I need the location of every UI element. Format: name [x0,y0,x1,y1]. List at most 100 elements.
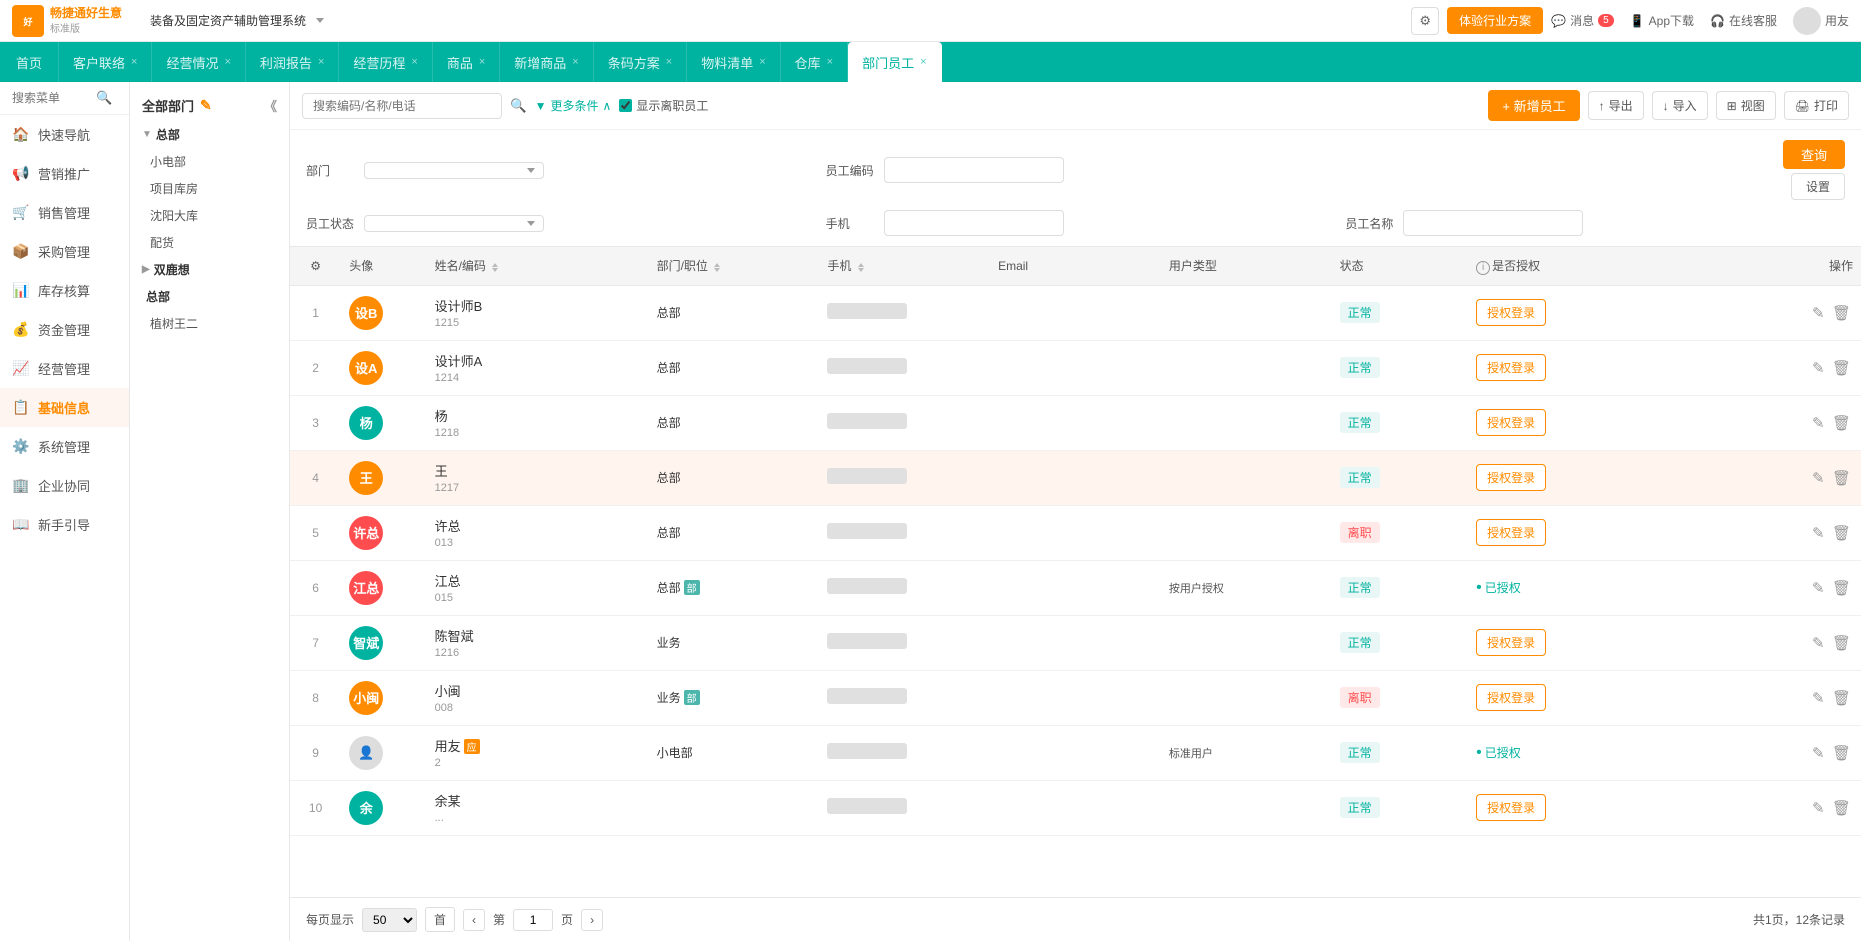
message-button[interactable]: 💬 消息 5 [1551,12,1614,29]
nav-tab-经营情况[interactable]: 经营情况 × [152,42,245,82]
col-settings[interactable]: ⚙ [290,247,341,285]
sidebar-item-system[interactable]: ⚙️系统管理 [0,427,129,466]
tree-item-shenyang[interactable]: 沈阳大库 [130,202,289,229]
print-button[interactable]: 🖨 打印 [1784,91,1849,120]
tab-close-icon[interactable]: × [666,56,672,68]
delete-button[interactable]: 🗑 [1830,412,1853,434]
nav-tab-仓库[interactable]: 仓库 × [781,42,848,82]
nav-tab-利润报告[interactable]: 利润报告 × [246,42,339,82]
empstatus-filter-select[interactable] [364,215,544,232]
sidebar-item-finance[interactable]: 💰资金管理 [0,310,129,349]
dept-collapse-icon[interactable]: 《 [264,96,277,115]
tab-close-icon[interactable]: × [224,56,230,68]
delete-button[interactable]: 🗑 [1830,522,1853,544]
nav-tab-新增商品[interactable]: 新增商品 × [500,42,593,82]
setting-button[interactable]: 设置 [1791,173,1845,200]
edit-button[interactable]: ✎ [1810,577,1827,599]
export-button[interactable]: ↑ 导出 [1588,91,1644,120]
edit-button[interactable]: ✎ [1810,357,1827,379]
show-left-toggle[interactable]: 显示离职员工 [619,97,708,114]
nav-tab-经营历程[interactable]: 经营历程 × [339,42,432,82]
col-name[interactable]: 姓名/编码 [427,247,649,285]
auth-login-button[interactable]: 授权登录 [1476,299,1546,326]
edit-button[interactable]: ✎ [1810,742,1827,764]
col-dept[interactable]: 部门/职位 [649,247,820,285]
col-phone[interactable]: 手机 [819,247,990,285]
nav-tab-部门员工[interactable]: 部门员工 × [848,42,941,82]
sidebar-item-operations[interactable]: 📈经营管理 [0,349,129,388]
page-size-select[interactable]: 50 20 100 [362,908,417,932]
tree-item-peihuo[interactable]: 配货 [130,229,289,256]
tree-group-zongbu2[interactable]: 总部 [130,283,289,310]
sidebar-item-inventory[interactable]: 📊库存核算 [0,271,129,310]
import-button[interactable]: ↓ 导入 [1652,91,1708,120]
auth-login-button[interactable]: 授权登录 [1476,519,1546,546]
empcode-filter-input[interactable] [884,157,1064,183]
dept-tree-header[interactable]: 全部部门 ✎ 《 [130,90,289,121]
delete-button[interactable]: 🗑 [1830,302,1853,324]
next-page-button[interactable]: › [581,909,603,931]
sidebar-item-marketing[interactable]: 📢营销推广 [0,154,129,193]
delete-button[interactable]: 🗑 [1830,632,1853,654]
nav-tab-商品[interactable]: 商品 × [433,42,500,82]
edit-button[interactable]: ✎ [1810,797,1827,819]
first-page-button[interactable]: 首 [425,907,455,932]
phone-filter-input[interactable] [884,210,1064,236]
edit-button[interactable]: ✎ [1810,522,1827,544]
sidebar-item-enterprise[interactable]: 🏢企业协同 [0,466,129,505]
delete-button[interactable]: 🗑 [1830,357,1853,379]
search-input[interactable] [302,93,502,119]
add-employee-button[interactable]: + 新增员工 [1488,90,1579,121]
dept-edit-icon[interactable]: ✎ [200,97,212,114]
edit-button[interactable]: ✎ [1810,687,1827,709]
system-title-chevron[interactable] [316,18,324,23]
auth-info-icon[interactable]: i [1476,261,1490,275]
tab-close-icon[interactable]: × [920,56,926,68]
auth-login-button[interactable]: 授权登录 [1476,354,1546,381]
tab-close-icon[interactable]: × [827,56,833,68]
sidebar-item-quicknav[interactable]: 🏠快速导航 [0,115,129,154]
edit-button[interactable]: ✎ [1810,632,1827,654]
nav-tab-首页[interactable]: 首页 [0,42,59,82]
page-input[interactable] [513,909,553,931]
search-button[interactable]: 🔍 [510,98,527,114]
delete-button[interactable]: 🗑 [1830,577,1853,599]
tree-item-xiaodianbu[interactable]: 小电部 [130,148,289,175]
delete-button[interactable]: 🗑 [1830,742,1853,764]
filter-button[interactable]: ▼ 更多条件 ∧ [535,97,612,114]
app-download-button[interactable]: 📱 App下载 [1630,12,1694,29]
tree-item-xiangmuku[interactable]: 项目库房 [130,175,289,202]
show-left-checkbox[interactable] [619,99,632,112]
tab-close-icon[interactable]: × [759,56,765,68]
tree-group-zongbu[interactable]: ▼ 总部 [130,121,289,148]
edit-button[interactable]: ✎ [1810,467,1827,489]
sidebar-search-input[interactable] [12,91,92,105]
edit-button[interactable]: ✎ [1810,412,1827,434]
auth-login-button[interactable]: 授权登录 [1476,464,1546,491]
auth-login-button[interactable]: 授权登录 [1476,629,1546,656]
trial-button[interactable]: 体验行业方案 [1447,7,1543,34]
delete-button[interactable]: 🗑 [1830,687,1853,709]
dept-filter-select[interactable] [364,162,544,179]
tab-close-icon[interactable]: × [479,56,485,68]
nav-tab-客户联络[interactable]: 客户联络 × [59,42,152,82]
tab-close-icon[interactable]: × [131,56,137,68]
delete-button[interactable]: 🗑 [1830,467,1853,489]
sidebar-item-sales[interactable]: 🛒销售管理 [0,193,129,232]
sidebar-search[interactable]: 🔍 [0,82,129,115]
tab-close-icon[interactable]: × [318,56,324,68]
nav-tab-条码方案[interactable]: 条码方案 × [594,42,687,82]
delete-button[interactable]: 🗑 [1830,797,1853,819]
auth-login-button[interactable]: 授权登录 [1476,684,1546,711]
edit-button[interactable]: ✎ [1810,302,1827,324]
prev-page-button[interactable]: ‹ [463,909,485,931]
tree-item-zhishu[interactable]: 植树王二 [130,310,289,337]
query-button[interactable]: 查询 [1783,140,1845,169]
auth-login-button[interactable]: 授权登录 [1476,409,1546,436]
online-service-button[interactable]: 🎧 在线客服 [1710,12,1777,29]
tab-close-icon[interactable]: × [411,56,417,68]
empname-filter-input[interactable] [1403,210,1583,236]
gear-button[interactable]: ⚙ [1411,7,1439,35]
auth-login-button[interactable]: 授权登录 [1476,794,1546,821]
tab-close-icon[interactable]: × [572,56,578,68]
